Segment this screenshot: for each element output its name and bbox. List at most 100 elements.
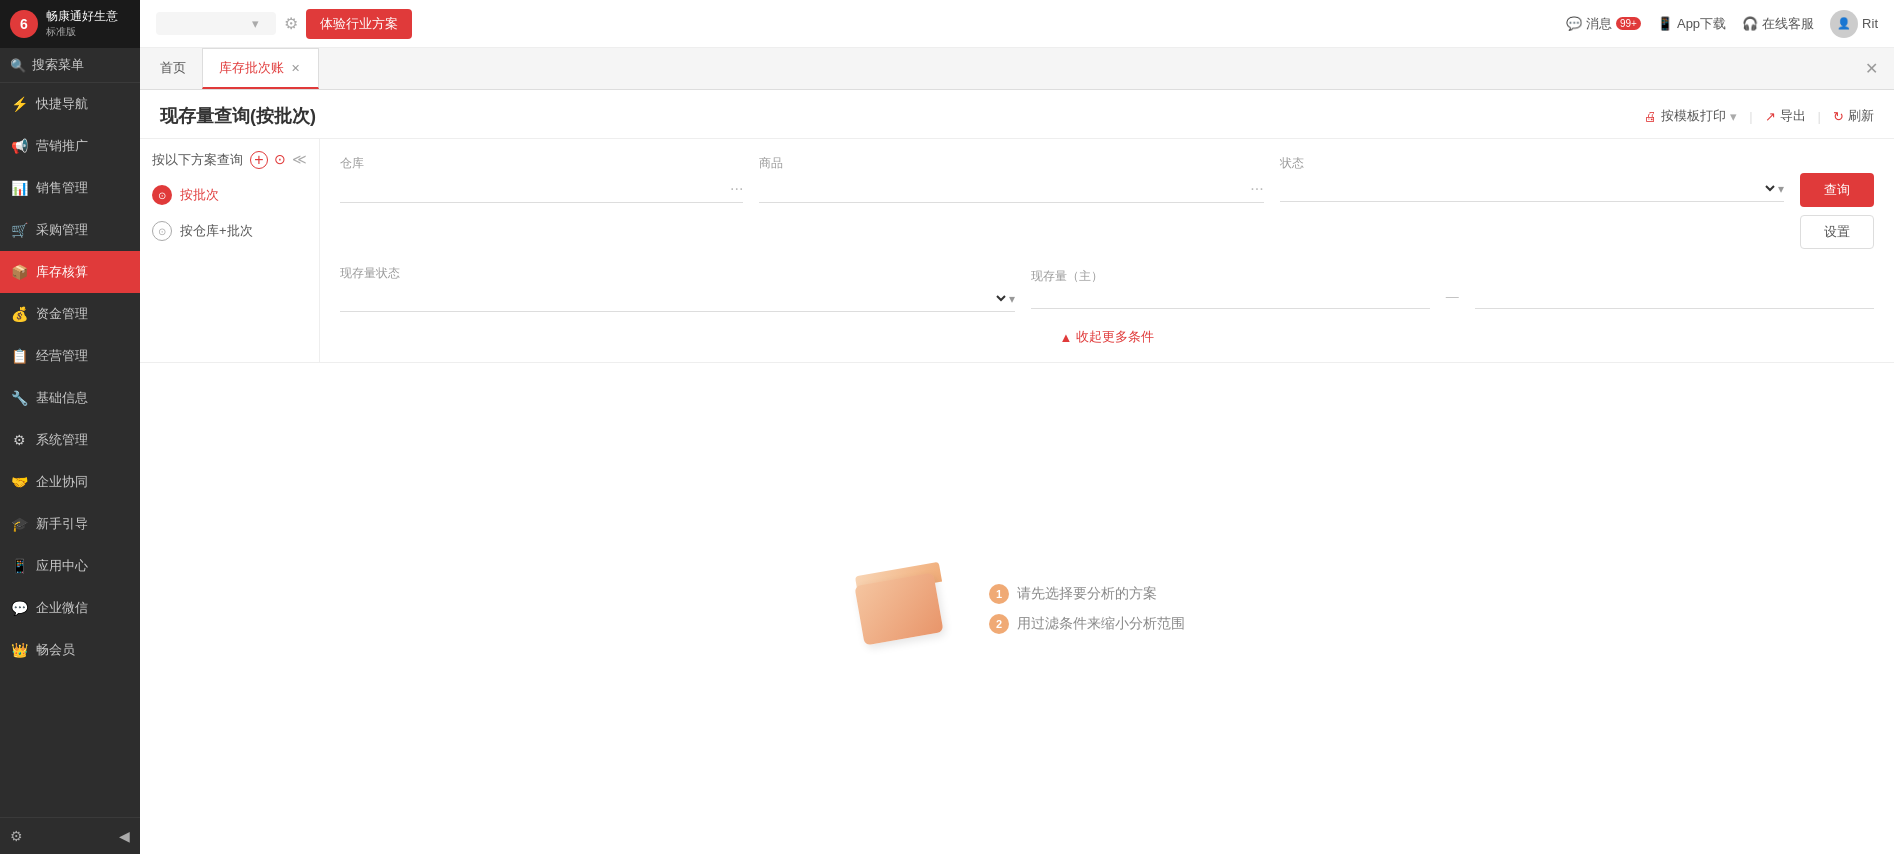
sidebar-item-apps[interactable]: 📱 应用中心 xyxy=(0,545,140,587)
tip-num-2: 2 xyxy=(989,614,1009,634)
empty-state: 1 请先选择要分析的方案 2 用过滤条件来缩小分析范围 xyxy=(140,363,1894,854)
member-icon: 👑 xyxy=(10,641,28,659)
inventory-qty-max-input[interactable] xyxy=(1475,289,1874,304)
scheme-by-batch[interactable]: ⊙ 按批次 xyxy=(140,177,319,213)
sidebar-item-label: 企业协同 xyxy=(36,473,88,491)
headset-icon: 🎧 xyxy=(1742,16,1758,31)
filter-row2: 现存量状态 ▾ 现存量（主） xyxy=(340,265,1874,312)
sidebar: 6 畅康通好生意 标准版 🔍 搜索菜单 ⚡ 快捷导航 📢 营销推广 📊 销售管理… xyxy=(0,0,140,854)
app-download-btn[interactable]: 📱 App下载 xyxy=(1657,15,1726,33)
sidebar-footer: ⚙ ◀ xyxy=(0,817,140,854)
message-icon: 💬 xyxy=(1566,16,1582,31)
inventory-status-field: 现存量状态 ▾ xyxy=(340,265,1015,312)
qty-range-dash: — xyxy=(1438,289,1467,304)
enterprise-icon: 🤝 xyxy=(10,473,28,491)
dropdown-arrow-icon[interactable]: ▾ xyxy=(252,16,259,31)
tab-home-label: 首页 xyxy=(160,59,186,77)
refresh-label: 刷新 xyxy=(1848,107,1874,125)
inventory-qty-min-area xyxy=(1031,285,1430,309)
warehouse-field: 仓库 ··· xyxy=(340,155,743,203)
filter-row1: 仓库 ··· 商品 ··· xyxy=(340,155,1874,249)
box-body-shape xyxy=(854,572,943,645)
empty-tip-2: 2 用过滤条件来缩小分析范围 xyxy=(989,614,1185,634)
tab-close-icon[interactable]: ✕ xyxy=(288,61,302,75)
warehouse-label: 仓库 xyxy=(340,155,743,172)
sidebar-item-member[interactable]: 👑 畅会员 xyxy=(0,629,140,671)
online-service-btn[interactable]: 🎧 在线客服 xyxy=(1742,15,1814,33)
warehouse-dots-icon[interactable]: ··· xyxy=(730,180,743,198)
close-all-btn[interactable]: ✕ xyxy=(1853,61,1890,77)
content-area: 现存量查询(按批次) 🖨 按模板打印 ▾ | ↗ 导出 | ↻ 刷新 xyxy=(140,90,1894,854)
scheme-by-batch-icon: ⊙ xyxy=(152,185,172,205)
app-logo: 6 xyxy=(10,10,38,38)
sidebar-item-inventory[interactable]: 📦 库存核算 xyxy=(0,251,140,293)
messages-btn[interactable]: 💬 消息 99+ xyxy=(1566,15,1641,33)
collapse-filter-btn[interactable]: ▲ 收起更多条件 xyxy=(340,328,1874,346)
export-label: 导出 xyxy=(1780,107,1806,125)
sidebar-item-guide[interactable]: 🎓 新手引导 xyxy=(0,503,140,545)
phone-icon: 📱 xyxy=(1657,16,1673,31)
sidebar-item-finance[interactable]: 💰 资金管理 xyxy=(0,293,140,335)
status-select[interactable] xyxy=(1280,180,1778,197)
product-dots-icon[interactable]: ··· xyxy=(1250,180,1263,198)
search-menu[interactable]: 🔍 搜索菜单 xyxy=(0,48,140,83)
user-menu[interactable]: 👤 Rit xyxy=(1830,10,1878,38)
filter-area: 按以下方案查询 + ⊙ ≪ ⊙ 按批次 ⊙ 按仓库+批次 xyxy=(140,139,1894,363)
finance-icon: 💰 xyxy=(10,305,28,323)
search-icon: 🔍 xyxy=(10,58,26,73)
product-input[interactable] xyxy=(759,182,1244,197)
sidebar-item-enterprise[interactable]: 🤝 企业协同 xyxy=(0,461,140,503)
divider1: | xyxy=(1749,109,1752,124)
empty-tip-1: 1 请先选择要分析的方案 xyxy=(989,584,1185,604)
collapse-icon[interactable]: ≪ xyxy=(292,151,307,169)
status-arrow-icon: ▾ xyxy=(1778,182,1784,196)
topbar-search-area: ▾ xyxy=(156,12,276,35)
print-arrow-icon[interactable]: ▾ xyxy=(1730,109,1737,124)
status-field: 状态 ▾ xyxy=(1280,155,1784,202)
topbar-search-input[interactable] xyxy=(166,16,246,31)
product-input-area: ··· xyxy=(759,176,1263,203)
sidebar-item-purchase[interactable]: 🛒 采购管理 xyxy=(0,209,140,251)
inventory-status-label: 现存量状态 xyxy=(340,265,1015,282)
sidebar-item-label: 营销推广 xyxy=(36,137,88,155)
print-icon: 🖨 xyxy=(1644,109,1657,124)
marketing-icon: 📢 xyxy=(10,137,28,155)
sidebar-item-quick-nav[interactable]: ⚡ 快捷导航 xyxy=(0,83,140,125)
purchase-icon: 🛒 xyxy=(10,221,28,239)
settings-gear-icon[interactable]: ⚙ xyxy=(284,14,298,33)
inv-status-arrow-icon: ▾ xyxy=(1009,292,1015,306)
print-btn[interactable]: 🖨 按模板打印 ▾ xyxy=(1644,107,1737,125)
empty-illustration xyxy=(849,559,949,659)
inventory-status-select[interactable] xyxy=(340,290,1009,307)
filter-sidebar-icons: + ⊙ ≪ xyxy=(250,151,307,169)
inventory-qty-min-input[interactable] xyxy=(1031,289,1430,304)
sidebar-nav: ⚡ 快捷导航 📢 营销推广 📊 销售管理 🛒 采购管理 📦 库存核算 💰 资金管… xyxy=(0,83,140,817)
experience-btn[interactable]: 体验行业方案 xyxy=(306,9,412,39)
warehouse-input[interactable] xyxy=(340,182,724,197)
sidebar-item-label: 企业微信 xyxy=(36,599,88,617)
config-scheme-icon[interactable]: ⊙ xyxy=(274,151,286,169)
add-scheme-icon[interactable]: + xyxy=(250,151,268,169)
query-button[interactable]: 查询 xyxy=(1800,173,1874,207)
status-select-area: ▾ xyxy=(1280,176,1784,202)
inventory-qty-max-area xyxy=(1475,285,1874,309)
inventory-status-select-area: ▾ xyxy=(340,286,1015,312)
sidebar-item-marketing[interactable]: 📢 营销推广 xyxy=(0,125,140,167)
tab-inventory-batch[interactable]: 库存批次账 ✕ xyxy=(202,48,319,89)
scheme-by-warehouse-batch[interactable]: ⊙ 按仓库+批次 xyxy=(140,213,319,249)
sidebar-item-wechat[interactable]: 💬 企业微信 xyxy=(0,587,140,629)
sidebar-item-label: 快捷导航 xyxy=(36,95,88,113)
sidebar-item-label: 经营管理 xyxy=(36,347,88,365)
sidebar-item-sales[interactable]: 📊 销售管理 xyxy=(0,167,140,209)
sidebar-item-system[interactable]: ⚙ 系统管理 xyxy=(0,419,140,461)
collapse-sidebar-icon[interactable]: ◀ xyxy=(119,828,130,844)
sidebar-item-operations[interactable]: 📋 经营管理 xyxy=(0,335,140,377)
topbar-right: 💬 消息 99+ 📱 App下载 🎧 在线客服 👤 Rit xyxy=(1566,10,1878,38)
sidebar-item-basic[interactable]: 🔧 基础信息 xyxy=(0,377,140,419)
refresh-btn[interactable]: ↻ 刷新 xyxy=(1833,107,1874,125)
settings-button[interactable]: 设置 xyxy=(1800,215,1874,249)
settings-icon[interactable]: ⚙ xyxy=(10,828,23,844)
export-btn[interactable]: ↗ 导出 xyxy=(1765,107,1806,125)
tabbar: 首页 库存批次账 ✕ ✕ xyxy=(140,48,1894,90)
tab-home[interactable]: 首页 xyxy=(144,49,202,89)
